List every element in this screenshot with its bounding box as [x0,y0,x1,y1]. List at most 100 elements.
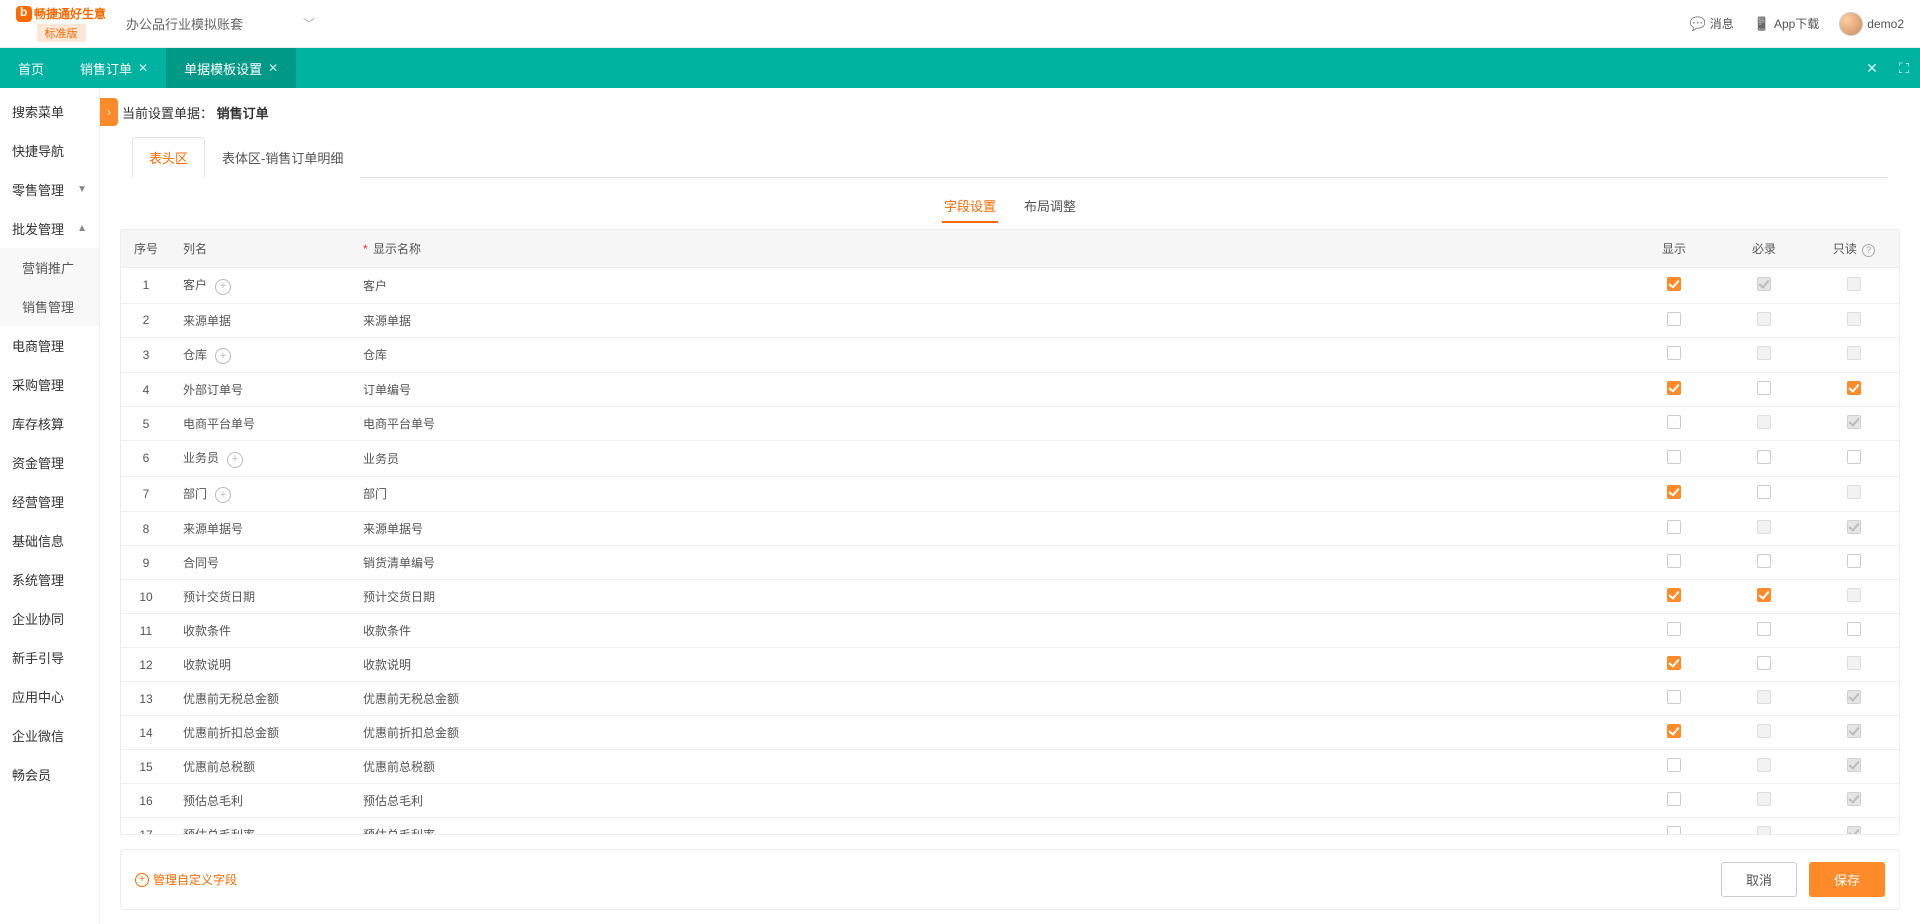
account-name[interactable]: 办公品行业模拟账套 [126,14,243,33]
cell-readonly [1809,441,1899,477]
checkbox[interactable] [1667,312,1681,326]
tab-销售订单[interactable]: 销售订单✕ [62,48,166,88]
view-fields[interactable]: 字段设置 [942,190,998,223]
plus-icon[interactable]: + [215,348,231,364]
cell-name: 预估总毛利率 [171,818,351,835]
cell-display[interactable]: 预估总毛利 [351,784,1629,818]
cell-display[interactable]: 收款条件 [351,614,1629,648]
checkbox[interactable] [1667,690,1681,704]
checkbox[interactable] [1667,724,1681,738]
notice-toggle-icon[interactable] [100,98,118,126]
cell-display[interactable]: 来源单据号 [351,512,1629,546]
checkbox[interactable] [1667,520,1681,534]
sidebar-item[interactable]: 资金管理 [0,443,99,482]
checkbox[interactable] [1667,450,1681,464]
sidebar-item[interactable]: 应用中心 [0,677,99,716]
checkbox[interactable] [1757,381,1771,395]
cell-display[interactable]: 电商平台单号 [351,407,1629,441]
checkbox[interactable] [1667,792,1681,806]
checkbox[interactable] [1667,622,1681,636]
checkbox[interactable] [1667,758,1681,772]
app-download-link[interactable]: App下载 [1754,15,1820,32]
checkbox[interactable] [1667,554,1681,568]
checkbox[interactable] [1667,826,1681,834]
cell-display[interactable]: 部门 [351,476,1629,512]
sidebar-item[interactable]: 电商管理 [0,326,99,365]
help-icon[interactable]: ? [1862,244,1875,257]
tab-bar-actions: ✕ ⛶ [1856,48,1920,88]
plus-icon[interactable]: + [215,279,231,295]
cell-display[interactable]: 收款说明 [351,648,1629,682]
cell-display[interactable]: 来源单据 [351,303,1629,337]
sidebar-item[interactable]: 畅会员 [0,755,99,794]
save-button[interactable]: 保存 [1809,862,1885,897]
sidebar-item[interactable]: 企业协同 [0,599,99,638]
sidebar-item[interactable]: 零售管理▼ [0,170,99,209]
sidebar-item[interactable]: 经营管理 [0,482,99,521]
cell-display[interactable]: 优惠前总税额 [351,750,1629,784]
checkbox[interactable] [1757,485,1771,499]
view-layout[interactable]: 布局调整 [1022,190,1078,223]
sidebar-item[interactable]: 批发管理▲ [0,209,99,248]
checkbox[interactable] [1757,622,1771,636]
checkbox[interactable] [1757,656,1771,670]
checkbox[interactable] [1847,381,1861,395]
checkbox[interactable] [1667,656,1681,670]
sidebar-item[interactable]: 系统管理 [0,560,99,599]
cell-display[interactable]: 客户 [351,268,1629,304]
close-all-icon[interactable]: ✕ [1856,60,1888,77]
checkbox[interactable] [1757,588,1771,602]
checkbox[interactable] [1847,622,1861,636]
fullscreen-icon[interactable]: ⛶ [1888,60,1920,77]
plus-icon[interactable]: + [215,487,231,503]
sidebar-subitem[interactable]: 营销推广 [0,248,99,287]
checkbox[interactable] [1667,415,1681,429]
cell-readonly [1809,580,1899,614]
close-icon[interactable]: ✕ [138,61,148,75]
sidebar-item[interactable]: 基础信息 [0,521,99,560]
manage-custom-fields-link[interactable]: + 管理自定义字段 [135,871,237,888]
cancel-button[interactable]: 取消 [1721,862,1797,897]
cell-display[interactable]: 业务员 [351,441,1629,477]
cell-display[interactable]: 预计交货日期 [351,580,1629,614]
cell-required [1719,682,1809,716]
cell-show [1629,580,1719,614]
messages-link[interactable]: 消息 [1690,15,1734,32]
checkbox[interactable] [1667,277,1681,291]
cell-display[interactable]: 预估总毛利率 [351,818,1629,835]
cell-name: 电商平台单号 [171,407,351,441]
tab-单据模板设置[interactable]: 单据模板设置✕ [166,48,296,88]
cell-display[interactable]: 仓库 [351,337,1629,373]
col-name: 列名 [171,230,351,268]
checkbox[interactable] [1847,450,1861,464]
checkbox[interactable] [1667,485,1681,499]
sidebar-item[interactable]: 快捷导航 [0,131,99,170]
sidebar-subitem[interactable]: 销售管理 [0,287,99,326]
cell-display[interactable]: 销货清单编号 [351,546,1629,580]
table-row: 16预估总毛利预估总毛利 [121,784,1899,818]
user-menu[interactable]: demo2 [1839,12,1904,36]
tab-首页[interactable]: 首页 [0,48,62,88]
checkbox[interactable] [1667,588,1681,602]
brand: 畅捷通好生意 [16,5,106,22]
checkbox[interactable] [1667,346,1681,360]
checkbox[interactable] [1847,554,1861,568]
checkbox[interactable] [1757,554,1771,568]
cell-required [1719,303,1809,337]
tab-header-area[interactable]: 表头区 [132,137,205,178]
cell-display[interactable]: 优惠前折扣总金额 [351,716,1629,750]
close-icon[interactable]: ✕ [268,61,278,75]
cell-display[interactable]: 优惠前无税总金额 [351,682,1629,716]
sidebar-item[interactable]: 搜索菜单 [0,92,99,131]
plus-icon[interactable]: + [227,452,243,468]
checkbox[interactable] [1667,381,1681,395]
cell-display[interactable]: 订单编号 [351,373,1629,407]
sidebar-item[interactable]: 新手引导 [0,638,99,677]
cell-name: 预计交货日期 [171,580,351,614]
sidebar-item[interactable]: 库存核算 [0,404,99,443]
sidebar-item[interactable]: 企业微信 [0,716,99,755]
sidebar-item[interactable]: 采购管理 [0,365,99,404]
account-chevron-icon[interactable]: ﹀ [303,15,315,32]
tab-detail-area[interactable]: 表体区-销售订单明细 [205,137,360,178]
checkbox[interactable] [1757,450,1771,464]
